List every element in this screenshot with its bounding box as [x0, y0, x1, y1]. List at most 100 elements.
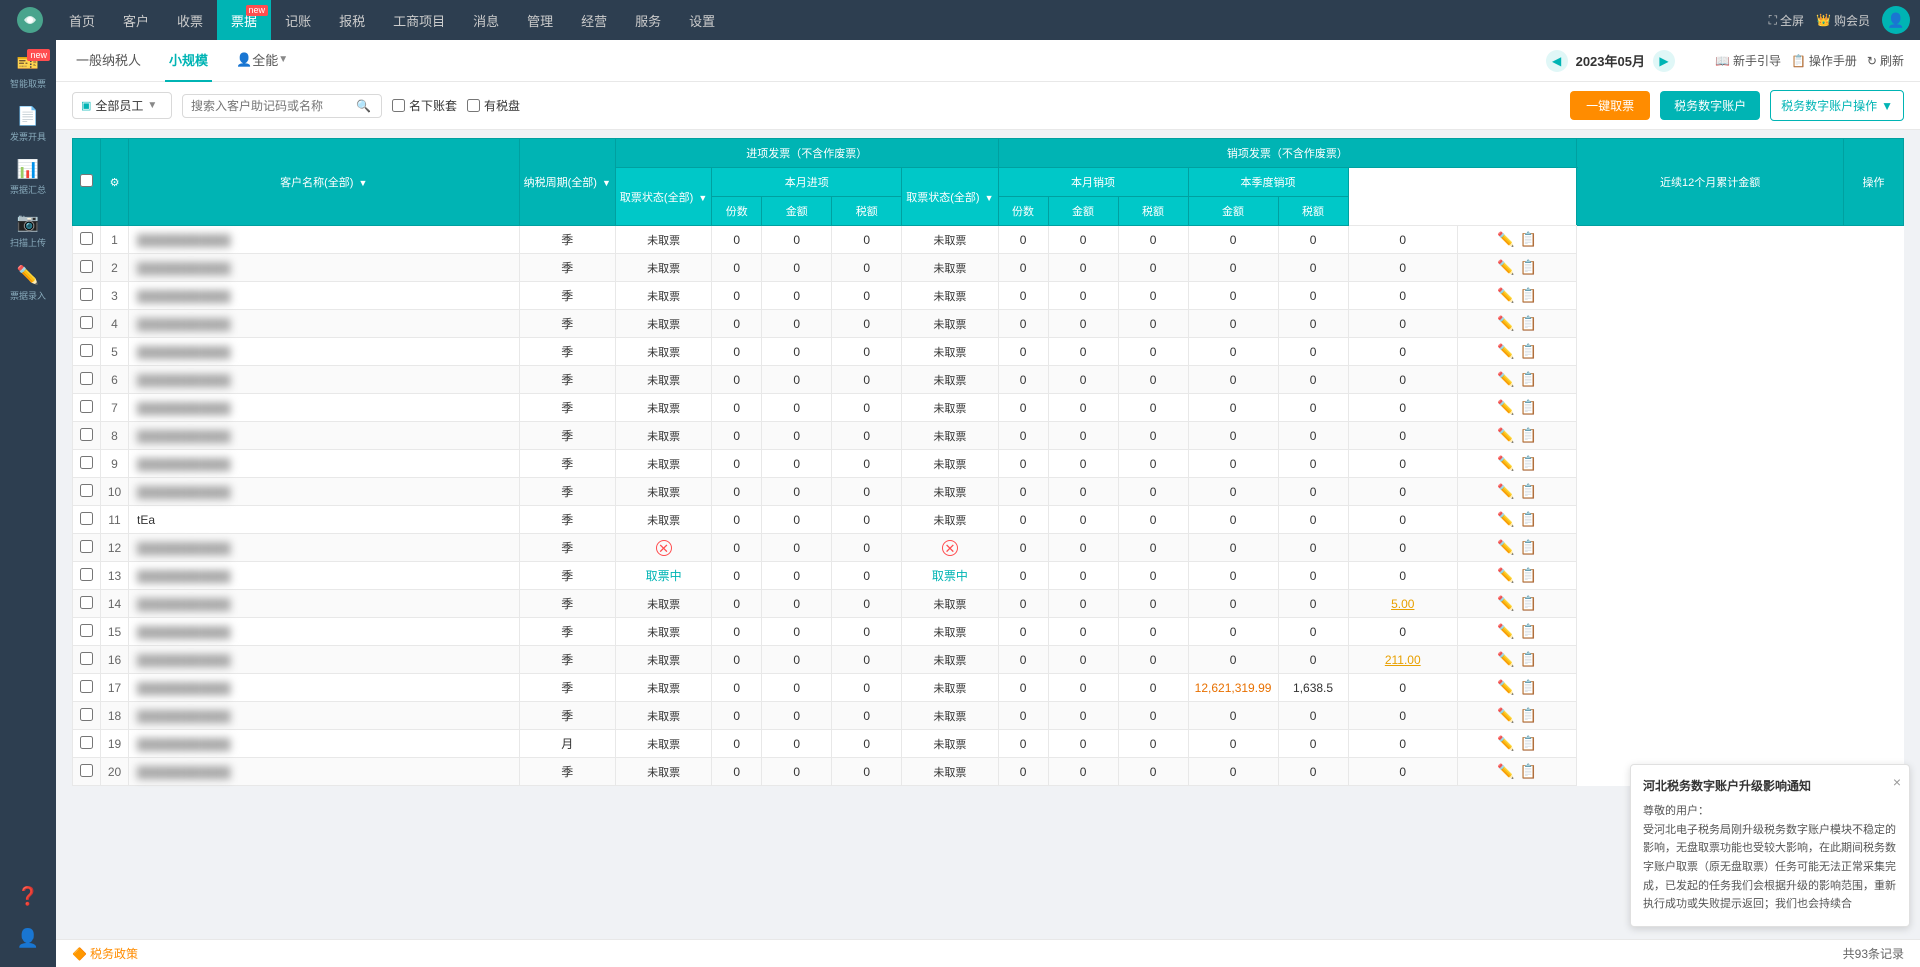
manual-button[interactable]: 📋 操作手册 [1791, 52, 1857, 69]
nav-item-accounting[interactable]: 记账 [271, 0, 325, 40]
row-checkbox[interactable] [80, 708, 93, 721]
row-checkbox[interactable] [80, 596, 93, 609]
copy-icon[interactable]: 📋 [1520, 595, 1537, 612]
edit-icon[interactable]: ✏️ [1497, 231, 1514, 248]
one-click-fetch-button[interactable]: 一键取票 [1570, 91, 1650, 120]
period-next-button[interactable]: ▶ [1653, 50, 1675, 72]
row-checkbox[interactable] [80, 512, 93, 525]
edit-icon[interactable]: ✏️ [1497, 623, 1514, 640]
th-settings[interactable]: ⚙ [101, 139, 129, 226]
nav-item-messages[interactable]: 消息 [459, 0, 513, 40]
row-checkbox[interactable] [80, 736, 93, 749]
sidebar-item-scan-upload[interactable]: 📷扫描上传 [0, 204, 56, 257]
sidebar-item-ticket-entry[interactable]: ✏️票据录入 [0, 257, 56, 310]
edit-icon[interactable]: ✏️ [1497, 287, 1514, 304]
copy-icon[interactable]: 📋 [1520, 707, 1537, 724]
copy-icon[interactable]: 📋 [1520, 483, 1537, 500]
edit-icon[interactable]: ✏️ [1497, 259, 1514, 276]
member-button[interactable]: 👑 购会员 [1816, 12, 1870, 29]
nav-item-home[interactable]: 首页 [55, 0, 109, 40]
new-guide-button[interactable]: 📖 新手引导 [1715, 52, 1781, 69]
row-checkbox[interactable] [80, 316, 93, 329]
row-checkbox[interactable] [80, 624, 93, 637]
th-tax-period[interactable]: 纳税周期(全部) ▼ [519, 139, 615, 226]
edit-icon[interactable]: ✏️ [1497, 595, 1514, 612]
notification-close-button[interactable]: × [1893, 771, 1901, 793]
select-all-checkbox[interactable] [80, 174, 93, 187]
row-checkbox[interactable] [80, 484, 93, 497]
copy-icon[interactable]: 📋 [1520, 287, 1537, 304]
copy-icon[interactable]: 📋 [1520, 427, 1537, 444]
copy-icon[interactable]: 📋 [1520, 371, 1537, 388]
row-checkbox[interactable] [80, 260, 93, 273]
fullscreen-button[interactable]: ⛶ 全屏 [1769, 12, 1804, 29]
edit-icon[interactable]: ✏️ [1497, 539, 1514, 556]
row-checkbox[interactable] [80, 456, 93, 469]
row-checkbox[interactable] [80, 540, 93, 553]
row-checkbox[interactable] [80, 232, 93, 245]
tab-all[interactable]: 👤 全能 ▼ [232, 40, 292, 82]
nav-item-operations[interactable]: 经营 [567, 0, 621, 40]
copy-icon[interactable]: 📋 [1520, 455, 1537, 472]
edit-icon[interactable]: ✏️ [1497, 371, 1514, 388]
copy-icon[interactable]: 📋 [1520, 679, 1537, 696]
copy-icon[interactable]: 📋 [1520, 623, 1537, 640]
copy-icon[interactable]: 📋 [1520, 735, 1537, 752]
copy-icon[interactable]: 📋 [1520, 651, 1537, 668]
row-checkbox[interactable] [80, 680, 93, 693]
copy-icon[interactable]: 📋 [1520, 259, 1537, 276]
app-logo[interactable] [10, 0, 50, 40]
copy-icon[interactable]: 📋 [1520, 343, 1537, 360]
row-checkbox[interactable] [80, 344, 93, 357]
sidebar-item-open-invoice[interactable]: 📄发票开具 [0, 98, 56, 151]
nav-item-settings[interactable]: 设置 [675, 0, 729, 40]
edit-icon[interactable]: ✏️ [1497, 707, 1514, 724]
nav-item-invoice[interactable]: 收票 [163, 0, 217, 40]
search-icon[interactable]: 🔍 [356, 99, 371, 113]
sidebar-bottom-help[interactable]: ❓ [0, 878, 56, 915]
tax-digital-account-button[interactable]: 税务数字账户 [1660, 91, 1760, 120]
nav-item-management[interactable]: 管理 [513, 0, 567, 40]
row-checkbox[interactable] [80, 372, 93, 385]
edit-icon[interactable]: ✏️ [1497, 399, 1514, 416]
tab-small-scale[interactable]: 小规模 [165, 40, 212, 82]
tax-policy-link[interactable]: 🔶 税务政策 [72, 945, 138, 962]
copy-icon[interactable]: 📋 [1520, 399, 1537, 416]
edit-icon[interactable]: ✏️ [1497, 763, 1514, 780]
edit-icon[interactable]: ✏️ [1497, 651, 1514, 668]
refresh-button[interactable]: ↻ 刷新 [1867, 52, 1904, 69]
sidebar-bottom-user[interactable]: 👤 [0, 920, 56, 957]
edit-icon[interactable]: ✏️ [1497, 483, 1514, 500]
employee-select[interactable]: ▣ 全部员工 ▼ [72, 92, 172, 119]
nav-item-customer[interactable]: 客户 [109, 0, 163, 40]
copy-icon[interactable]: 📋 [1520, 231, 1537, 248]
sidebar-item-ticket-summary[interactable]: 📊票据汇总 [0, 151, 56, 204]
edit-icon[interactable]: ✏️ [1497, 427, 1514, 444]
nav-item-tickets[interactable]: 票据new [217, 0, 271, 40]
edit-icon[interactable]: ✏️ [1497, 735, 1514, 752]
th-out-fetch-status[interactable]: 取票状态(全部) ▼ [902, 168, 998, 226]
down-account-check[interactable] [392, 99, 405, 112]
copy-icon[interactable]: 📋 [1520, 763, 1537, 780]
row-checkbox[interactable] [80, 400, 93, 413]
edit-icon[interactable]: ✏️ [1497, 511, 1514, 528]
period-prev-button[interactable]: ◀ [1546, 50, 1568, 72]
row-checkbox[interactable] [80, 652, 93, 665]
nav-item-tax[interactable]: 报税 [325, 0, 379, 40]
row-checkbox[interactable] [80, 568, 93, 581]
tax-digital-operation-button[interactable]: 税务数字账户操作 ▼ [1770, 90, 1904, 121]
copy-icon[interactable]: 📋 [1520, 567, 1537, 584]
edit-icon[interactable]: ✏️ [1497, 315, 1514, 332]
search-input[interactable] [191, 99, 351, 113]
row-checkbox[interactable] [80, 288, 93, 301]
row-checkbox[interactable] [80, 428, 93, 441]
copy-icon[interactable]: 📋 [1520, 315, 1537, 332]
edit-icon[interactable]: ✏️ [1497, 343, 1514, 360]
row-checkbox[interactable] [80, 764, 93, 777]
has-tax-disk-check[interactable] [467, 99, 480, 112]
nav-item-services[interactable]: 服务 [621, 0, 675, 40]
tab-general[interactable]: 一般纳税人 [72, 40, 145, 82]
edit-icon[interactable]: ✏️ [1497, 455, 1514, 472]
nav-item-business[interactable]: 工商项目 [379, 0, 459, 40]
th-in-fetch-status[interactable]: 取票状态(全部) ▼ [615, 168, 711, 226]
